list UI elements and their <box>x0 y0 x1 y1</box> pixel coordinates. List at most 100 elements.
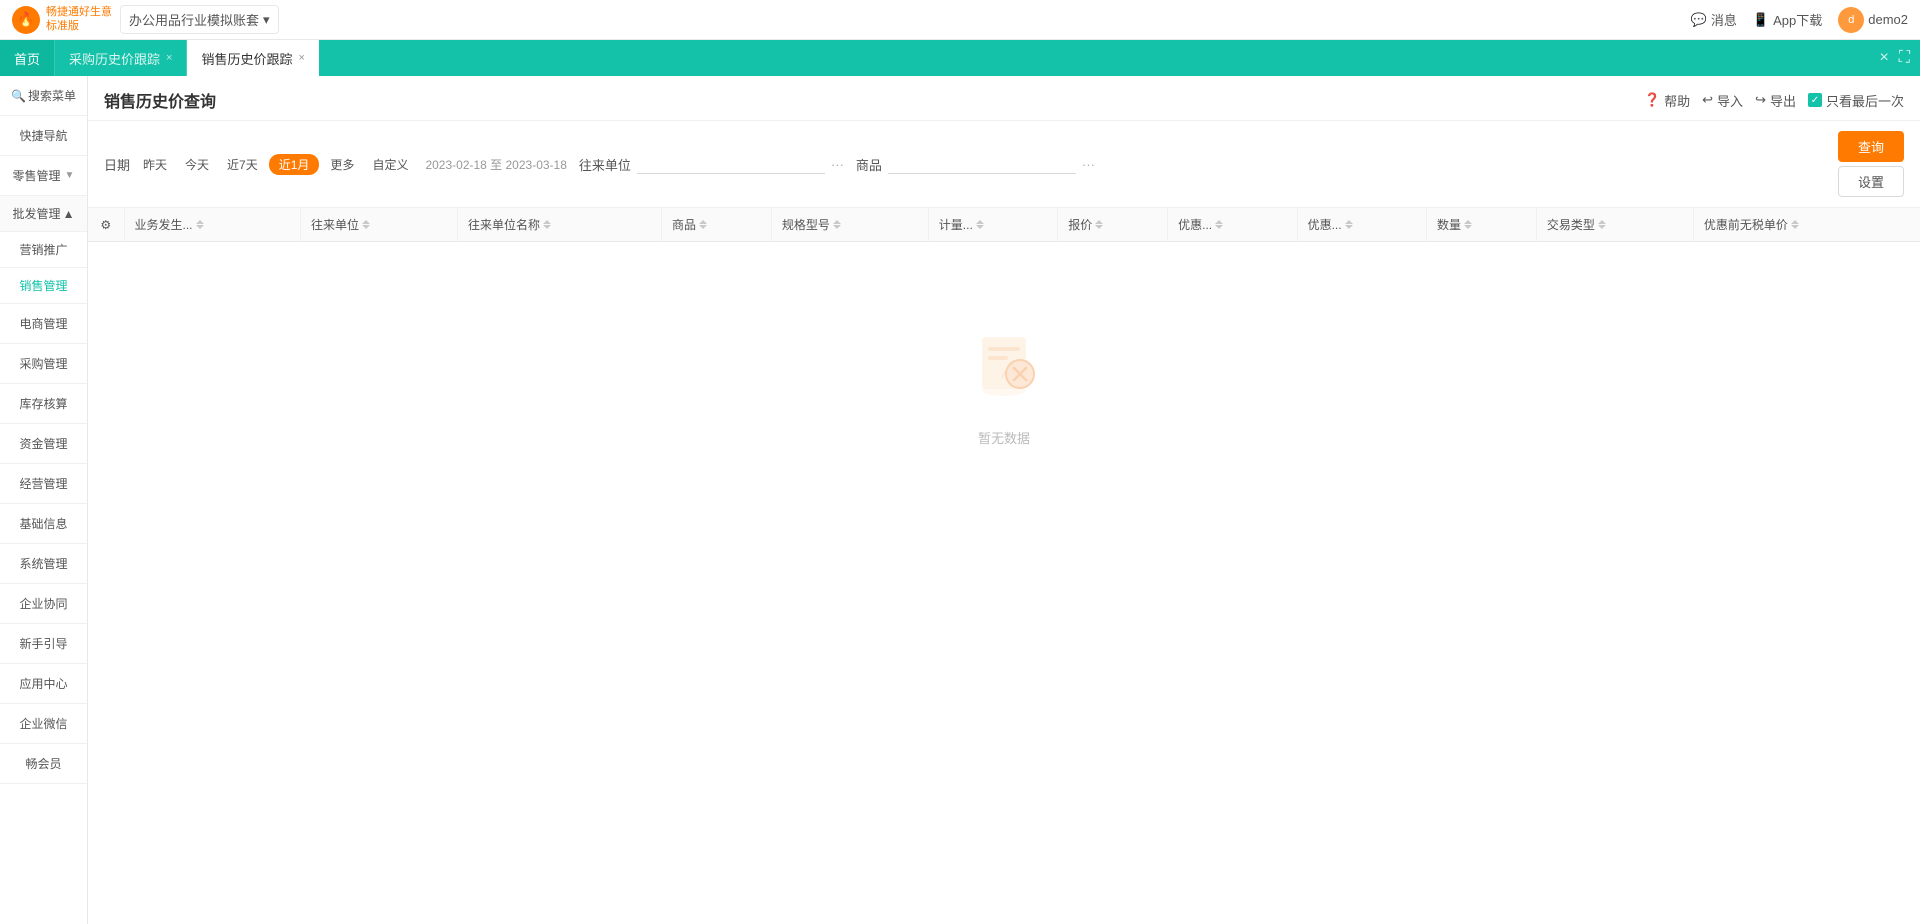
counterparty-label: 往来单位 <box>579 155 631 174</box>
th-counterparty-name[interactable]: 往来单位名称 <box>457 208 661 242</box>
sidebar-item-wechat[interactable]: 企业微信 <box>0 704 87 744</box>
sidebar-item-system[interactable]: 系统管理 <box>0 544 87 584</box>
sidebar-item-guide[interactable]: 新手引导 <box>0 624 87 664</box>
help-icon: ❓ <box>1644 92 1660 108</box>
main-layout: 🔍 搜索菜单 快捷导航 零售管理 ▼ 批发管理 ▲ 营销推广 销售管理 电商管理… <box>0 76 1920 924</box>
filter-bar: 日期 昨天 今天 近7天 近1月 更多 自定义 2023-02-18 至 202… <box>88 121 1920 208</box>
data-table: ⚙ 业务发生... 往来单位 <box>88 208 1920 242</box>
sidebar-item-app-center[interactable]: 应用中心 <box>0 664 87 704</box>
product-dots[interactable]: ··· <box>1082 157 1095 172</box>
chevron-down-icon: ▼ <box>65 170 75 181</box>
page-title: 销售历史价查询 <box>104 88 216 112</box>
sidebar: 🔍 搜索菜单 快捷导航 零售管理 ▼ 批发管理 ▲ 营销推广 销售管理 电商管理… <box>0 76 88 924</box>
tab-bar: 首页 采购历史价跟踪 × 销售历史价跟踪 × × ⛶ <box>0 40 1920 76</box>
th-price[interactable]: 报价 <box>1058 208 1168 242</box>
fullscreen-btn[interactable]: ⛶ <box>1899 49 1910 67</box>
chevron-down-icon: ▾ <box>263 12 270 28</box>
sidebar-item-member[interactable]: 畅会员 <box>0 744 87 784</box>
app-download-btn[interactable]: 📱 App下载 <box>1753 10 1822 29</box>
th-pre-tax-price[interactable]: 优惠前无税单价 <box>1693 208 1920 242</box>
sidebar-item-retail[interactable]: 零售管理 ▼ <box>0 156 87 196</box>
sort-icon <box>1464 220 1472 229</box>
th-discount1[interactable]: 优惠... <box>1168 208 1297 242</box>
sort-icon <box>543 220 551 229</box>
sidebar-item-inventory[interactable]: 库存核算 <box>0 384 87 424</box>
date-btn-yesterday[interactable]: 昨天 <box>136 154 174 175</box>
export-btn[interactable]: ↪ 导出 <box>1755 91 1796 110</box>
top-bar-right: 💬 消息 📱 App下载 d demo2 <box>1691 7 1908 33</box>
import-btn[interactable]: ↩ 导入 <box>1702 91 1743 110</box>
sidebar-item-search[interactable]: 🔍 搜索菜单 <box>0 76 87 116</box>
th-biz-date[interactable]: 业务发生... <box>124 208 301 242</box>
tab-purchase-history[interactable]: 采购历史价跟踪 × <box>55 40 187 76</box>
only-last-checkbox[interactable]: ✓ <box>1808 93 1822 107</box>
counterparty-input[interactable] <box>637 154 825 174</box>
th-settings[interactable]: ⚙ <box>88 208 124 242</box>
date-btn-more[interactable]: 更多 <box>323 154 361 175</box>
th-discount2[interactable]: 优惠... <box>1297 208 1426 242</box>
th-quantity[interactable]: 数量 <box>1427 208 1537 242</box>
message-btn[interactable]: 💬 消息 <box>1691 10 1737 29</box>
date-btn-today[interactable]: 今天 <box>178 154 216 175</box>
sidebar-item-marketing[interactable]: 营销推广 <box>0 232 87 268</box>
sidebar-item-finance[interactable]: 资金管理 <box>0 424 87 464</box>
sort-icon <box>699 220 707 229</box>
date-filter-group: 日期 昨天 今天 近7天 近1月 更多 自定义 2023-02-18 至 202… <box>104 154 567 175</box>
page-header: 销售历史价查询 ❓ 帮助 ↩ 导入 ↪ 导出 ✓ <box>88 76 1920 121</box>
tab-purchase-history-close[interactable]: × <box>166 53 172 64</box>
sort-icon <box>1215 220 1223 229</box>
empty-icon <box>964 322 1044 416</box>
tab-sales-history[interactable]: 销售历史价跟踪 × <box>187 40 318 76</box>
sort-icon <box>1095 220 1103 229</box>
th-product[interactable]: 商品 <box>661 208 771 242</box>
help-btn[interactable]: ❓ 帮助 <box>1644 91 1690 110</box>
th-spec[interactable]: 规格型号 <box>771 208 928 242</box>
sidebar-item-sales-mgmt[interactable]: 销售管理 <box>0 268 87 304</box>
counterparty-dots[interactable]: ··· <box>831 157 844 172</box>
tab-home[interactable]: 首页 <box>0 40 55 76</box>
filter-actions: 查询 设置 <box>1838 131 1904 197</box>
only-last-checkbox-group[interactable]: ✓ 只看最后一次 <box>1808 91 1904 110</box>
sidebar-item-basic-info[interactable]: 基础信息 <box>0 504 87 544</box>
close-all-tabs-btn[interactable]: × <box>1879 49 1888 67</box>
content-area: 销售历史价查询 ❓ 帮助 ↩ 导入 ↪ 导出 ✓ <box>88 76 1920 924</box>
logo-area: 🔥 畅捷通好生意 标准版 <box>12 6 112 34</box>
sidebar-item-purchase[interactable]: 采购管理 <box>0 344 87 384</box>
settings-btn[interactable]: 设置 <box>1838 166 1904 197</box>
empty-text: 暂无数据 <box>978 428 1030 447</box>
top-bar-left: 🔥 畅捷通好生意 标准版 办公用品行业模拟账套 ▾ <box>12 5 279 34</box>
product-input[interactable] <box>888 154 1076 174</box>
counterparty-filter-group: 往来单位 ··· <box>579 154 844 174</box>
sidebar-item-ecommerce[interactable]: 电商管理 <box>0 304 87 344</box>
top-bar: 🔥 畅捷通好生意 标准版 办公用品行业模拟账套 ▾ 💬 消息 📱 App下载 d… <box>0 0 1920 40</box>
logo-icon: 🔥 <box>12 6 40 34</box>
table-header: ⚙ 业务发生... 往来单位 <box>88 208 1920 242</box>
tab-sales-history-close[interactable]: × <box>298 53 304 64</box>
date-shortcuts: 昨天 今天 近7天 近1月 更多 自定义 <box>136 154 415 175</box>
th-trade-type[interactable]: 交易类型 <box>1536 208 1693 242</box>
sidebar-item-quick-nav[interactable]: 快捷导航 <box>0 116 87 156</box>
th-counterparty-code[interactable]: 往来单位 <box>301 208 458 242</box>
empty-state: 暂无数据 <box>88 242 1920 527</box>
date-btn-custom[interactable]: 自定义 <box>365 154 415 175</box>
sort-icon <box>976 220 984 229</box>
th-unit[interactable]: 计量... <box>928 208 1057 242</box>
sidebar-item-operations[interactable]: 经营管理 <box>0 464 87 504</box>
page-actions: ❓ 帮助 ↩ 导入 ↪ 导出 ✓ 只看最后一次 <box>1644 91 1904 110</box>
sort-icon <box>833 220 841 229</box>
message-icon: 💬 <box>1691 12 1707 28</box>
user-avatar-btn[interactable]: d demo2 <box>1838 7 1908 33</box>
query-btn[interactable]: 查询 <box>1838 131 1904 162</box>
date-btn-7days[interactable]: 近7天 <box>220 154 265 175</box>
app-selector[interactable]: 办公用品行业模拟账套 ▾ <box>120 5 279 34</box>
sidebar-item-enterprise[interactable]: 企业协同 <box>0 584 87 624</box>
date-label: 日期 <box>104 155 130 174</box>
export-icon: ↪ <box>1755 92 1766 108</box>
date-btn-1month[interactable]: 近1月 <box>269 154 320 175</box>
sidebar-item-wholesale[interactable]: 批发管理 ▲ <box>0 196 87 232</box>
logo-text: 畅捷通好生意 标准版 <box>46 6 112 32</box>
download-icon: 📱 <box>1753 12 1769 28</box>
import-icon: ↩ <box>1702 92 1713 108</box>
page-container: 销售历史价查询 ❓ 帮助 ↩ 导入 ↪ 导出 ✓ <box>88 76 1920 924</box>
chevron-up-icon: ▲ <box>63 207 75 221</box>
